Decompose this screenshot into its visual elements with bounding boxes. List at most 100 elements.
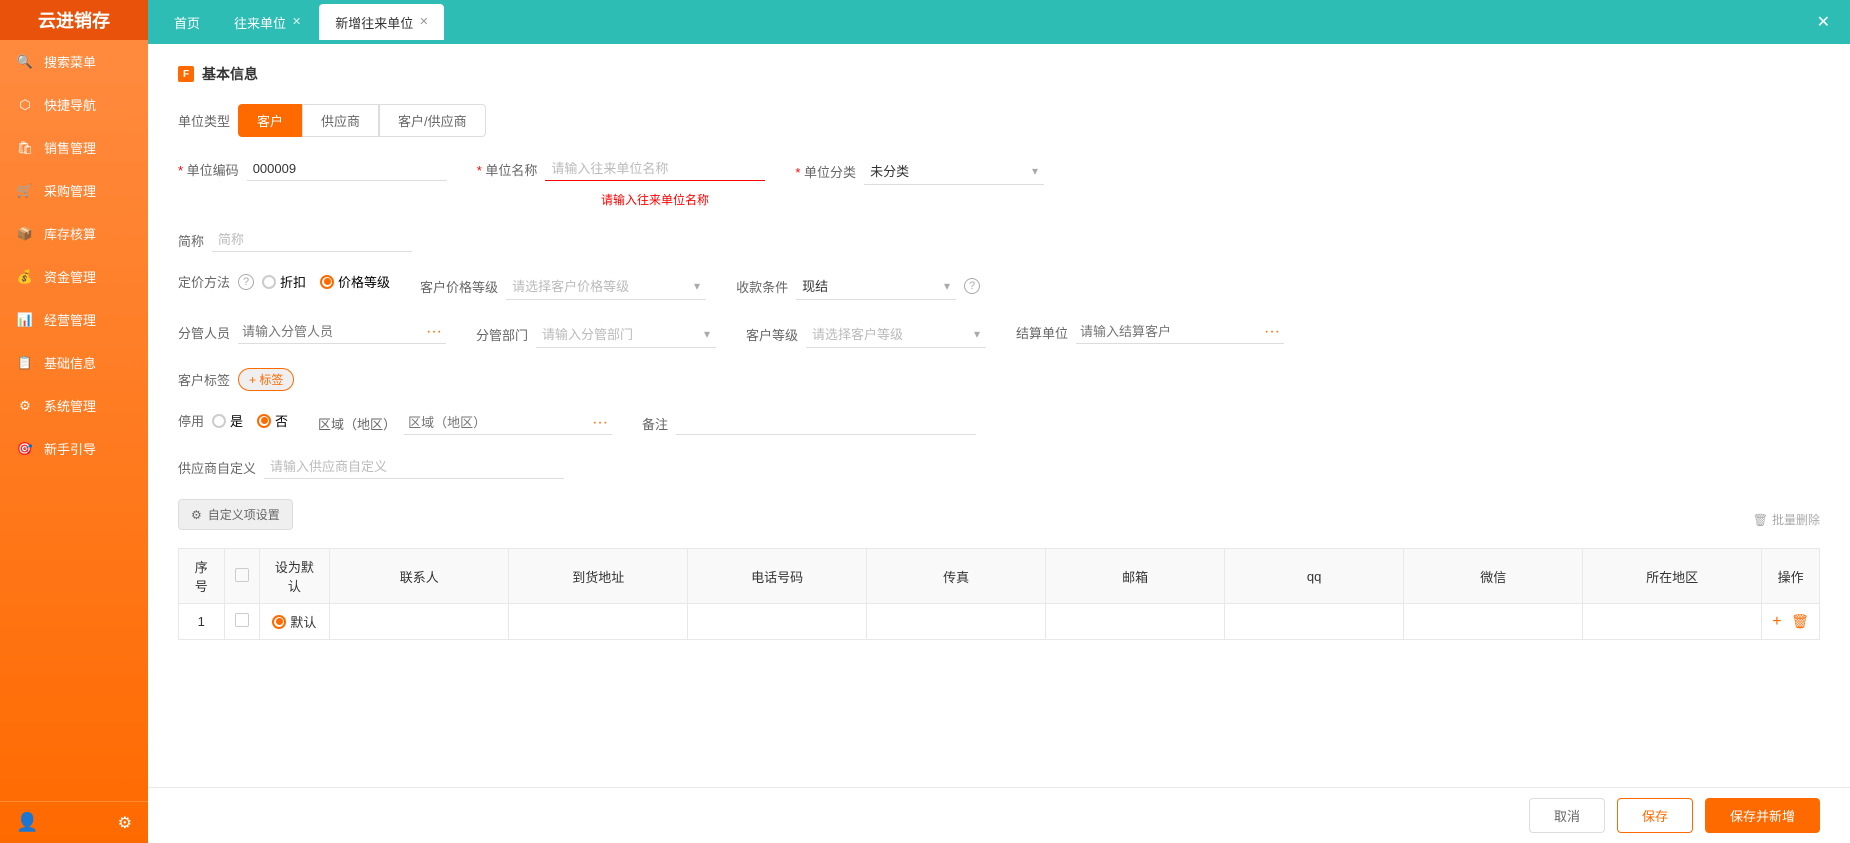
customer-level-select[interactable]: 请选择客户等级 ▾: [806, 320, 986, 348]
remarks-label: 备注: [642, 414, 668, 433]
sidebar-item-search[interactable]: 🔍 搜索菜单: [0, 40, 148, 83]
operations-icon: 📊: [16, 311, 34, 329]
unit-category-label: 单位分类: [795, 162, 856, 181]
remarks-input[interactable]: [676, 411, 976, 435]
purchase-icon: 🛒: [16, 182, 34, 200]
unit-btn-both[interactable]: 客户/供应商: [379, 104, 486, 137]
address-input[interactable]: [519, 614, 677, 629]
search-icon: 🔍: [16, 53, 34, 71]
col-phone: 电话号码: [688, 549, 867, 604]
col-qq: qq: [1225, 549, 1404, 604]
tab-new-partner[interactable]: 新增往来单位 ✕: [319, 4, 444, 40]
region-cell-input[interactable]: [1593, 614, 1751, 629]
content-area: F 基本信息 单位类型 客户 供应商 客户/供应商 单位编码 单位名称: [148, 44, 1850, 787]
tab-bar-close[interactable]: ✕: [1807, 12, 1840, 32]
unit-btn-supplier[interactable]: 供应商: [302, 104, 379, 137]
tab-new-partner-close[interactable]: ✕: [419, 17, 428, 28]
settings-icon[interactable]: ⚙: [118, 813, 132, 833]
unit-type-buttons: 客户 供应商 客户/供应商: [238, 104, 486, 137]
select-all-checkbox[interactable]: [235, 568, 249, 582]
disable-label: 停用: [178, 411, 204, 430]
short-name-input[interactable]: [212, 228, 412, 252]
pricing-method-label: 定价方法: [178, 272, 230, 291]
customer-price-select[interactable]: 请选择客户价格等级 ▾: [506, 272, 706, 300]
radio-discount[interactable]: 折扣: [262, 272, 306, 291]
department-placeholder: 请输入分管部门: [542, 324, 700, 343]
cell-checkbox: [224, 604, 259, 640]
add-tag-button[interactable]: + 标签: [238, 368, 294, 391]
manager-input[interactable]: [238, 320, 422, 343]
tab-partners[interactable]: 往来单位 ✕: [218, 4, 317, 40]
region-input[interactable]: [404, 411, 588, 434]
payment-terms-help-icon[interactable]: ?: [964, 278, 980, 294]
payment-terms-select[interactable]: 现结 ▾: [796, 272, 956, 300]
phone-input[interactable]: [698, 614, 856, 629]
sidebar-item-basic-info[interactable]: 📋 基础信息: [0, 341, 148, 384]
col-region: 所在地区: [1583, 549, 1762, 604]
unit-btn-customer[interactable]: 客户: [238, 104, 302, 137]
section-icon: F: [178, 66, 194, 82]
save-new-button[interactable]: 保存并新增: [1705, 798, 1820, 833]
sidebar-item-guide[interactable]: 🎯 新手引导: [0, 427, 148, 470]
sidebar-item-finance[interactable]: 💰 资金管理: [0, 255, 148, 298]
disable-group: 停用 是 否: [178, 411, 288, 430]
contact-input[interactable]: [340, 614, 498, 629]
department-group: 分管部门 请输入分管部门 ▾: [476, 320, 716, 348]
sidebar-item-quick-nav[interactable]: ⬡ 快捷导航: [0, 83, 148, 126]
supplier-custom-label: 供应商自定义: [178, 458, 256, 477]
unit-code-input[interactable]: [247, 157, 447, 181]
col-default: 设为默认: [259, 549, 330, 604]
trash-icon: 🗑: [1753, 513, 1768, 527]
radio-price-level[interactable]: 价格等级: [320, 272, 390, 291]
sidebar-item-inventory[interactable]: 📦 库存核算: [0, 212, 148, 255]
chevron-down-icon: ▾: [1032, 164, 1038, 178]
add-row-btn[interactable]: +: [1772, 613, 1781, 630]
short-name-row: 简称: [178, 228, 1820, 252]
cell-fax: [867, 604, 1046, 640]
batch-delete-button[interactable]: 🗑 批量删除: [1753, 511, 1820, 528]
unit-code-label: 单位编码: [178, 160, 239, 179]
wechat-input[interactable]: [1414, 614, 1572, 629]
qq-input[interactable]: [1235, 614, 1393, 629]
radio-yes[interactable]: 是: [212, 411, 243, 430]
unit-category-select[interactable]: 未分类 ▾: [864, 157, 1044, 185]
section-header: F 基本信息: [178, 64, 1820, 84]
manager-more-btn[interactable]: ···: [422, 323, 446, 341]
supplier-custom-input[interactable]: [264, 455, 564, 479]
region-more-btn[interactable]: ···: [588, 414, 612, 432]
settlement-unit-input[interactable]: [1076, 320, 1260, 343]
tab-home[interactable]: 首页: [158, 4, 216, 40]
sidebar-item-sales[interactable]: 🛍 销售管理: [0, 126, 148, 169]
row-checkbox[interactable]: [235, 613, 249, 627]
chevron-down-icon4: ▾: [704, 327, 710, 341]
pricing-help-icon[interactable]: ?: [238, 274, 254, 290]
gear-icon: ⚙: [191, 508, 202, 522]
email-input[interactable]: [1056, 614, 1214, 629]
delete-row-btn[interactable]: 🗑: [1791, 613, 1809, 629]
tab-partners-close[interactable]: ✕: [292, 17, 301, 28]
radio-default[interactable]: 默认: [270, 612, 320, 631]
radio-no[interactable]: 否: [257, 411, 288, 430]
pricing-radio-group: 折扣 价格等级: [262, 272, 390, 291]
save-button[interactable]: 保存: [1617, 798, 1693, 833]
section-title: 基本信息: [202, 64, 258, 84]
manager-input-wrapper: ···: [238, 320, 446, 344]
cancel-button[interactable]: 取消: [1529, 798, 1605, 833]
sidebar-item-purchase[interactable]: 🛒 采购管理: [0, 169, 148, 212]
sales-icon: 🛍: [16, 139, 34, 157]
customer-price-placeholder: 请选择客户价格等级: [512, 276, 690, 295]
department-label: 分管部门: [476, 325, 528, 344]
contacts-table: 序号 设为默认 联系人 到货地址 电话号码 传真 邮箱 qq 微信 所在地区 操…: [178, 548, 1820, 640]
sidebar-item-system[interactable]: ⚙ 系统管理: [0, 384, 148, 427]
sidebar-item-operations[interactable]: 📊 经营管理: [0, 298, 148, 341]
radio-default-circle: [272, 615, 286, 629]
fax-input[interactable]: [877, 614, 1035, 629]
custom-settings-button[interactable]: ⚙ 自定义项设置: [178, 499, 293, 530]
department-select[interactable]: 请输入分管部门 ▾: [536, 320, 716, 348]
unit-name-input[interactable]: [545, 157, 765, 181]
customer-tag-label: 客户标签: [178, 370, 230, 389]
settlement-unit-label: 结算单位: [1016, 323, 1068, 342]
sidebar: 云进销存 🔍 搜索菜单 ⬡ 快捷导航 🛍 销售管理 🛒 采购管理 📦 库存核算 …: [0, 0, 148, 843]
settlement-unit-more-btn[interactable]: ···: [1260, 323, 1284, 341]
col-address: 到货地址: [509, 549, 688, 604]
